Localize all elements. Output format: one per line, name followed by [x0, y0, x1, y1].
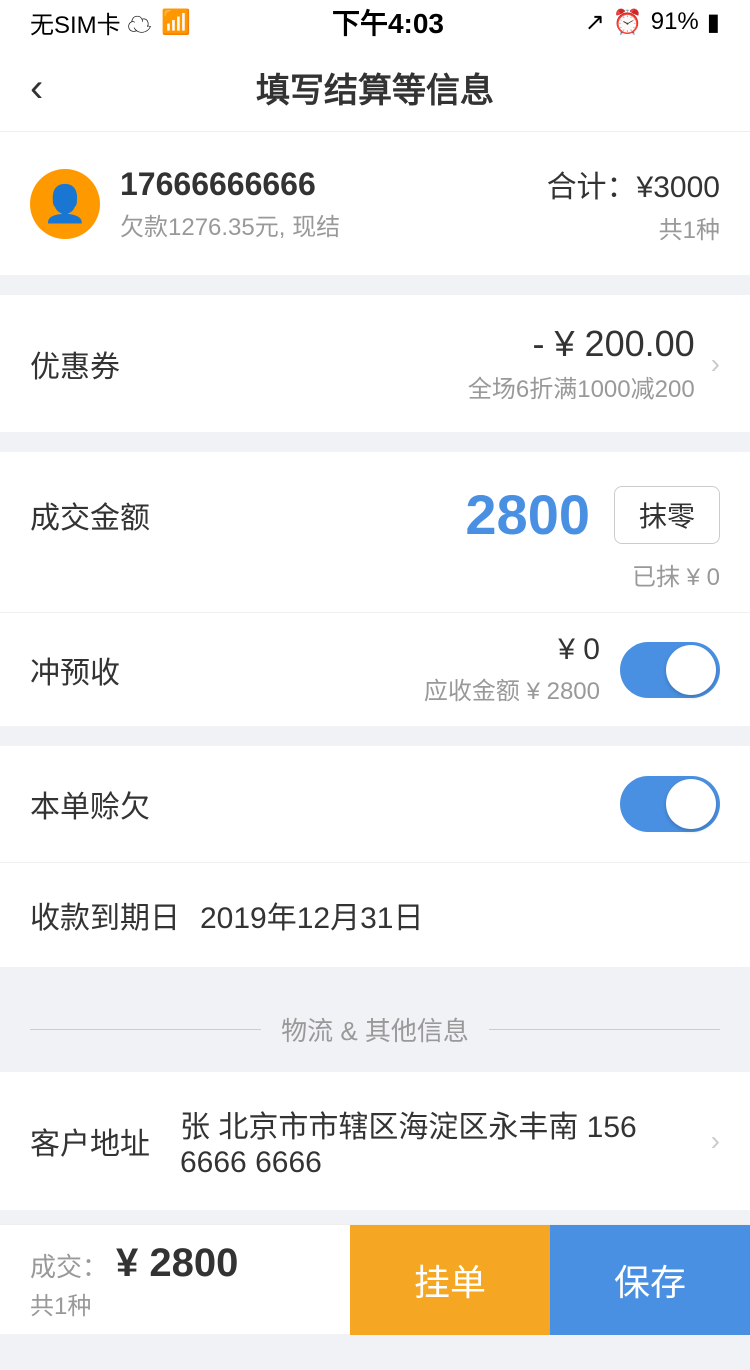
battery-icon: ▮ [707, 8, 720, 37]
logistics-title: 物流 & 其他信息 [281, 1011, 469, 1048]
bottom-bar: 成交： ¥ 2800 共1种 挂单 保存 [0, 1224, 750, 1334]
logistics-line-left [30, 1029, 261, 1030]
coupon-row[interactable]: 优惠券 - ¥ 200.00 全场6折满1000减200 › [0, 295, 750, 432]
main-content: 👤 17666666666 欠款1276.35元, 现结 合计：¥3000 共1… [0, 132, 750, 1370]
toggle-knob [666, 645, 716, 695]
total-amount: 合计：¥3000 [547, 162, 720, 206]
nav-bar: ‹ 填写结算等信息 [0, 44, 750, 132]
customer-info: 17666666666 欠款1276.35元, 现结 [120, 166, 340, 242]
bottom-amount: ¥ 2800 [116, 1241, 238, 1286]
page-title: 填写结算等信息 [256, 63, 494, 112]
customer-debt: 欠款1276.35元, 现结 [120, 207, 340, 242]
due-date-row: 收款到期日 2019年12月31日 [0, 862, 750, 967]
coupon-label: 优惠券 [30, 342, 120, 386]
sim-status: 无SIM卡 ☁ [30, 5, 151, 40]
arrears-label: 本单赊欠 [30, 782, 150, 826]
deal-sub: 已抹 ¥ 0 [0, 557, 750, 612]
due-label: 收款到期日 [30, 893, 180, 937]
coupon-chevron-icon: › [711, 348, 720, 380]
location-icon: ↗ [585, 8, 605, 37]
address-value: 张 北京市市辖区海淀区永丰南 156 6666 6666 [180, 1102, 711, 1180]
prepay-row: 冲预收 ¥ 0 应收金额 ¥ 2800 [0, 612, 750, 726]
prepay-values: ¥ 0 应收金额 ¥ 2800 [424, 633, 600, 706]
back-button[interactable]: ‹ [30, 68, 43, 108]
separator-1 [0, 432, 750, 452]
bottom-count: 共1种 [30, 1286, 320, 1321]
prepay-main-value: ¥ 0 [424, 633, 600, 667]
deal-label: 成交金额 [30, 493, 150, 537]
logistics-line-right [489, 1029, 720, 1030]
avatar-icon: 👤 [43, 183, 88, 225]
prepay-sub-value: 应收金额 ¥ 2800 [424, 671, 600, 706]
coupon-description: 全场6折满1000减200 [468, 369, 695, 404]
bottom-info: 成交： ¥ 2800 共1种 [0, 1239, 350, 1321]
item-count: 共1种 [547, 210, 720, 245]
prepay-label: 冲预收 [30, 648, 120, 692]
customer-phone: 17666666666 [120, 166, 340, 203]
deal-amount-row: 成交金额 2800 抹零 [0, 452, 750, 557]
address-chevron-icon: › [711, 1125, 720, 1157]
address-label: 客户地址 [30, 1119, 150, 1163]
separator-3 [0, 967, 750, 987]
arrears-toggle[interactable] [620, 776, 720, 832]
battery-level: 91% [651, 8, 699, 36]
status-right: ↗ ⏰ 91% ▮ [585, 8, 720, 37]
coupon-right: - ¥ 200.00 全场6折满1000减200 › [468, 323, 720, 404]
due-value: 2019年12月31日 [200, 893, 423, 937]
save-button[interactable]: 保存 [550, 1225, 750, 1335]
arrears-toggle-knob [666, 779, 716, 829]
avatar: 👤 [30, 169, 100, 239]
round-zero-button[interactable]: 抹零 [614, 486, 720, 544]
status-time: 下午4:03 [332, 2, 444, 42]
coupon-amount: - ¥ 200.00 [468, 323, 695, 365]
status-left: 无SIM卡 ☁ 📶 [30, 5, 191, 40]
customer-card: 👤 17666666666 欠款1276.35元, 现结 合计：¥3000 共1… [0, 132, 750, 275]
status-bar: 无SIM卡 ☁ 📶 下午4:03 ↗ ⏰ 91% ▮ [0, 0, 750, 44]
deal-value: 2800 [465, 482, 590, 547]
bottom-trade-label: 成交： [30, 1247, 108, 1284]
logistics-header: 物流 & 其他信息 [0, 987, 750, 1072]
address-row[interactable]: 客户地址 张 北京市市辖区海淀区永丰南 156 6666 6666 › [0, 1072, 750, 1210]
prepay-toggle[interactable] [620, 642, 720, 698]
suspend-button[interactable]: 挂单 [350, 1225, 550, 1335]
separator-2 [0, 726, 750, 746]
customer-total: 合计：¥3000 共1种 [547, 162, 720, 245]
alarm-icon: ⏰ [613, 8, 643, 37]
arrears-row: 本单赊欠 [0, 746, 750, 862]
wifi-icon: 📶 [161, 8, 191, 37]
